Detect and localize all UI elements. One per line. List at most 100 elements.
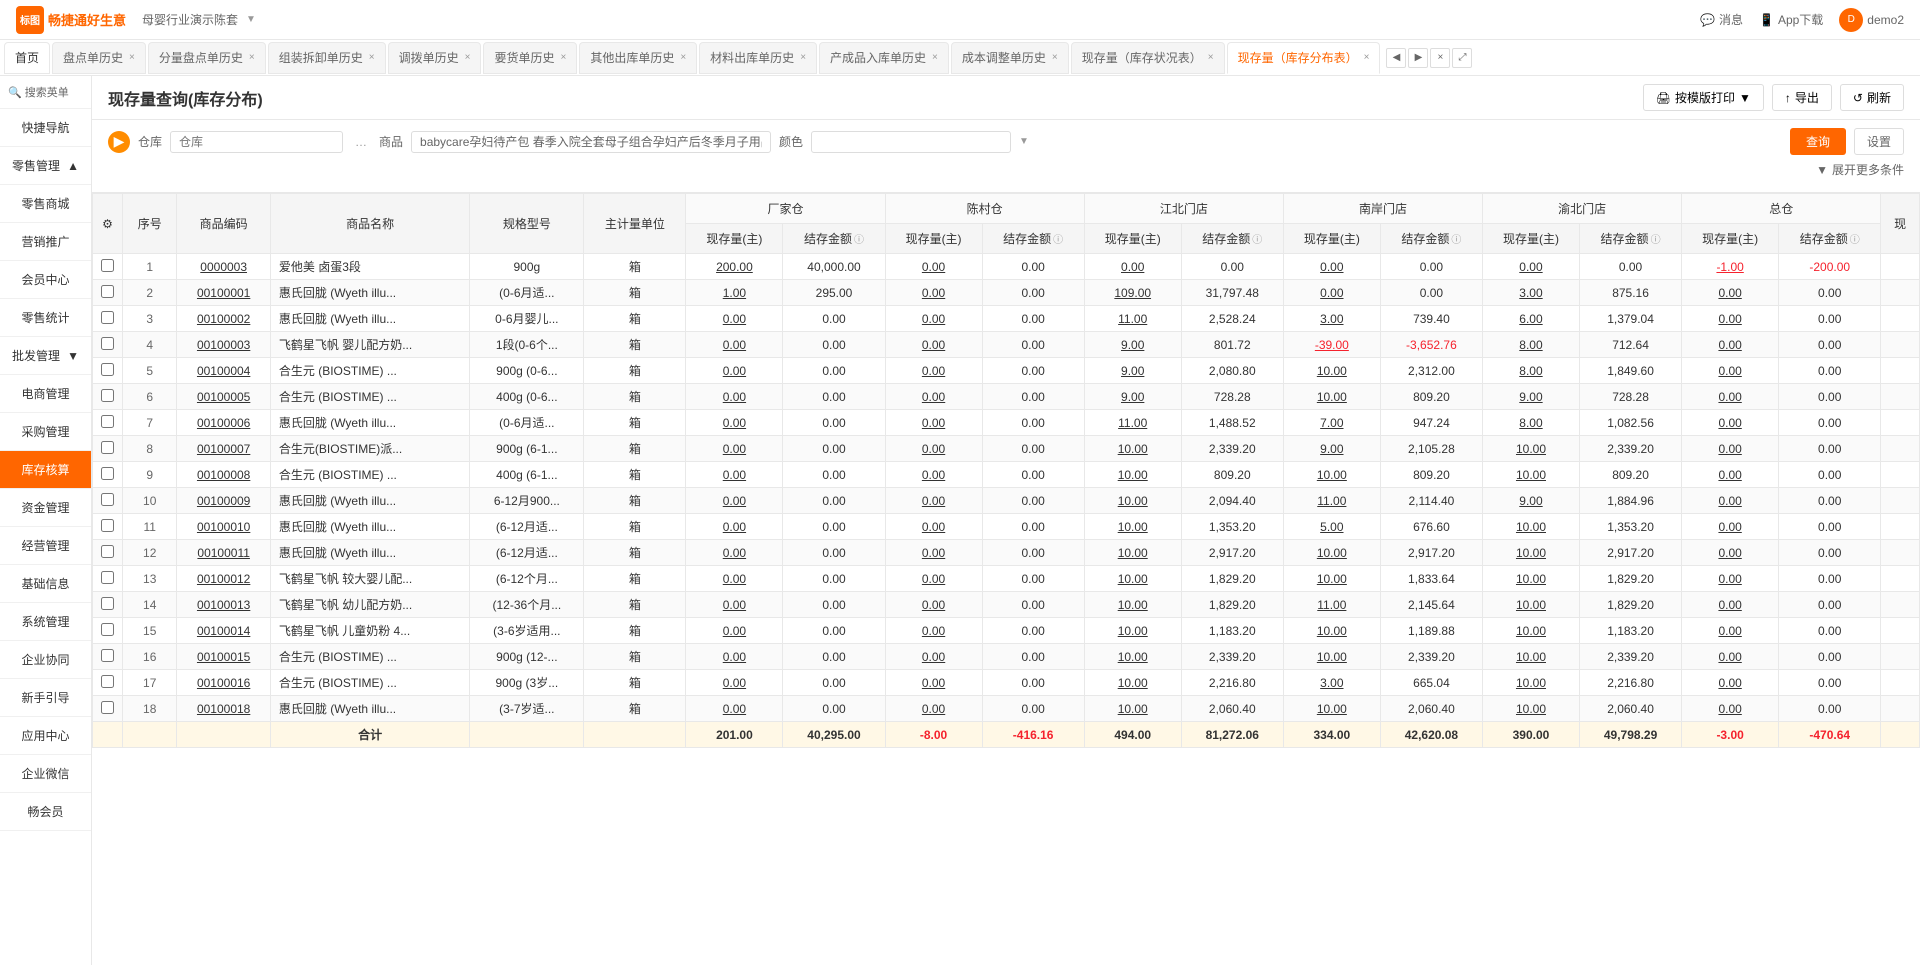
sidebar-item-ecommerce[interactable]: 电商管理 [0, 375, 91, 413]
info-icon[interactable]: ⓘ [1451, 235, 1461, 246]
cell-checkbox[interactable] [93, 696, 123, 722]
cell-checkbox[interactable] [93, 644, 123, 670]
tab-close-icon[interactable]: × [249, 52, 255, 63]
cell-jstock: 10.00 [1084, 592, 1181, 618]
tab-close-icon[interactable]: × [680, 52, 686, 63]
cell-checkbox[interactable] [93, 592, 123, 618]
export-button[interactable]: ↑ 导出 [1772, 84, 1832, 111]
tab-assembly-history[interactable]: 组装拆卸单历史 × [268, 42, 386, 74]
setting-button[interactable]: 设置 [1854, 128, 1904, 155]
tab-order-history[interactable]: 要货单历史 × [483, 42, 577, 74]
tab-cost-adjust[interactable]: 成本调整单历史 × [951, 42, 1069, 74]
tab-stock-status[interactable]: 现存量（库存状况表） × [1071, 42, 1225, 74]
sidebar-item-retail-mgmt[interactable]: 零售管理 ▲ [0, 147, 91, 185]
cell-checkbox[interactable] [93, 280, 123, 306]
logo-text: 畅捷通好生意 [48, 10, 126, 29]
cell-nstock: 10.00 [1283, 462, 1380, 488]
cell-checkbox[interactable] [93, 566, 123, 592]
app-download-button[interactable]: 📱 App下载 [1759, 11, 1823, 28]
tab-close-icon[interactable]: × [369, 52, 375, 63]
sidebar-item-purchase[interactable]: 采购管理 [0, 413, 91, 451]
filter-toggle-icon[interactable]: ▶ [108, 131, 130, 153]
dropdown-selector[interactable]: 母婴行业演示陈套 [142, 11, 238, 28]
cell-checkbox[interactable] [93, 462, 123, 488]
sidebar-item-wechat[interactable]: 企业微信 [0, 755, 91, 793]
tab-material-history[interactable]: 材料出库单历史 × [699, 42, 817, 74]
color-input[interactable] [811, 131, 1011, 153]
col-settings-icon[interactable]: ⚙ [93, 194, 123, 254]
table-row: 11 00100010 惠氏回胧 (Wyeth illu... (6-12月适.… [93, 514, 1920, 540]
goods-input[interactable] [411, 131, 771, 153]
color-dropdown-icon[interactable]: ▼ [1019, 136, 1029, 147]
cell-checkbox[interactable] [93, 488, 123, 514]
sidebar-search[interactable]: 🔍 搜索英单 [0, 76, 91, 109]
cell-code: 00100006 [177, 410, 270, 436]
tab-inventory-history[interactable]: 盘点单历史 × [52, 42, 146, 74]
expand-filter-button[interactable]: ▼ 展开更多条件 [1816, 161, 1904, 178]
tab-close-icon[interactable]: × [1052, 52, 1058, 63]
sidebar-item-basic-info[interactable]: 基础信息 [0, 565, 91, 603]
cell-checkbox[interactable] [93, 514, 123, 540]
refresh-button[interactable]: ↺ 刷新 [1840, 84, 1904, 111]
tab-close-icon[interactable]: × [465, 52, 471, 63]
info-icon[interactable]: ⓘ [1252, 235, 1262, 246]
cell-checkbox[interactable] [93, 332, 123, 358]
tab-nav-next[interactable]: ▶ [1408, 48, 1428, 68]
tab-stock-distribution[interactable]: 现存量（库存分布表） × [1227, 42, 1381, 74]
sidebar-item-collab[interactable]: 企业协同 [0, 641, 91, 679]
cell-checkbox[interactable] [93, 436, 123, 462]
sidebar-item-guide[interactable]: 新手引导 [0, 679, 91, 717]
sidebar-item-operations[interactable]: 经营管理 [0, 527, 91, 565]
print-button[interactable]: 🖨 按模版打印 ▼ [1643, 84, 1764, 111]
cell-checkbox[interactable] [93, 410, 123, 436]
cell-namount: 739.40 [1380, 306, 1482, 332]
sidebar-item-retail-shop[interactable]: 零售商城 [0, 185, 91, 223]
sidebar-item-member2[interactable]: 畅会员 [0, 793, 91, 831]
tab-close-icon[interactable]: × [560, 52, 566, 63]
user-menu[interactable]: D demo2 [1839, 8, 1904, 32]
sidebar-item-member[interactable]: 会员中心 [0, 261, 91, 299]
sidebar-item-system[interactable]: 系统管理 [0, 603, 91, 641]
tab-fen-inventory-history[interactable]: 分量盘点单历史 × [148, 42, 266, 74]
dropdown-arrow-icon[interactable]: ▼ [246, 14, 256, 25]
info-icon[interactable]: ⓘ [1850, 235, 1860, 246]
warehouse-dots-icon[interactable]: … [351, 135, 371, 149]
info-icon[interactable]: ⓘ [1053, 235, 1063, 246]
cell-checkbox[interactable] [93, 540, 123, 566]
query-button[interactable]: 查询 [1790, 128, 1846, 155]
tab-nav-prev[interactable]: ◀ [1386, 48, 1406, 68]
tab-home[interactable]: 首页 [4, 42, 50, 74]
cell-checkbox[interactable] [93, 670, 123, 696]
sidebar-item-retail-stats[interactable]: 零售统计 [0, 299, 91, 337]
tab-transfer-history[interactable]: 调拨单历史 × [388, 42, 482, 74]
sidebar-item-quick-nav[interactable]: 快捷导航 [0, 109, 91, 147]
tab-close-icon[interactable]: × [1208, 52, 1214, 63]
cell-famount: 0.00 [783, 514, 885, 540]
tab-nav-close-all[interactable]: × [1430, 48, 1450, 68]
info-icon[interactable]: ⓘ [854, 235, 864, 246]
warehouse-input[interactable] [170, 131, 343, 153]
message-button[interactable]: 💬 消息 [1700, 11, 1743, 28]
sidebar-item-finance[interactable]: 资金管理 [0, 489, 91, 527]
info-icon[interactable]: ⓘ [1651, 235, 1661, 246]
tab-outbound-history[interactable]: 其他出库单历史 × [579, 42, 697, 74]
sidebar-item-app-center[interactable]: 应用中心 [0, 717, 91, 755]
cell-checkbox[interactable] [93, 618, 123, 644]
tab-label: 材料出库单历史 [710, 49, 794, 66]
cell-ystock: 10.00 [1483, 696, 1580, 722]
table-row: 10 00100009 惠氏回胧 (Wyeth illu... 6-12月900… [93, 488, 1920, 514]
cell-checkbox[interactable] [93, 254, 123, 280]
tab-close-icon[interactable]: × [932, 52, 938, 63]
tab-product-inbound[interactable]: 产成品入库单历史 × [819, 42, 949, 74]
cell-checkbox[interactable] [93, 358, 123, 384]
cell-namount: 947.24 [1380, 410, 1482, 436]
sidebar-item-stock[interactable]: 库存核算 [0, 451, 91, 489]
tab-close-icon[interactable]: × [1364, 52, 1370, 63]
cell-checkbox[interactable] [93, 306, 123, 332]
tab-close-icon[interactable]: × [129, 52, 135, 63]
tab-nav-expand[interactable]: ⤢ [1452, 48, 1472, 68]
sidebar-item-marketing[interactable]: 营销推广 [0, 223, 91, 261]
sidebar-item-wholesale[interactable]: 批发管理 ▼ [0, 337, 91, 375]
cell-checkbox[interactable] [93, 384, 123, 410]
tab-close-icon[interactable]: × [800, 52, 806, 63]
